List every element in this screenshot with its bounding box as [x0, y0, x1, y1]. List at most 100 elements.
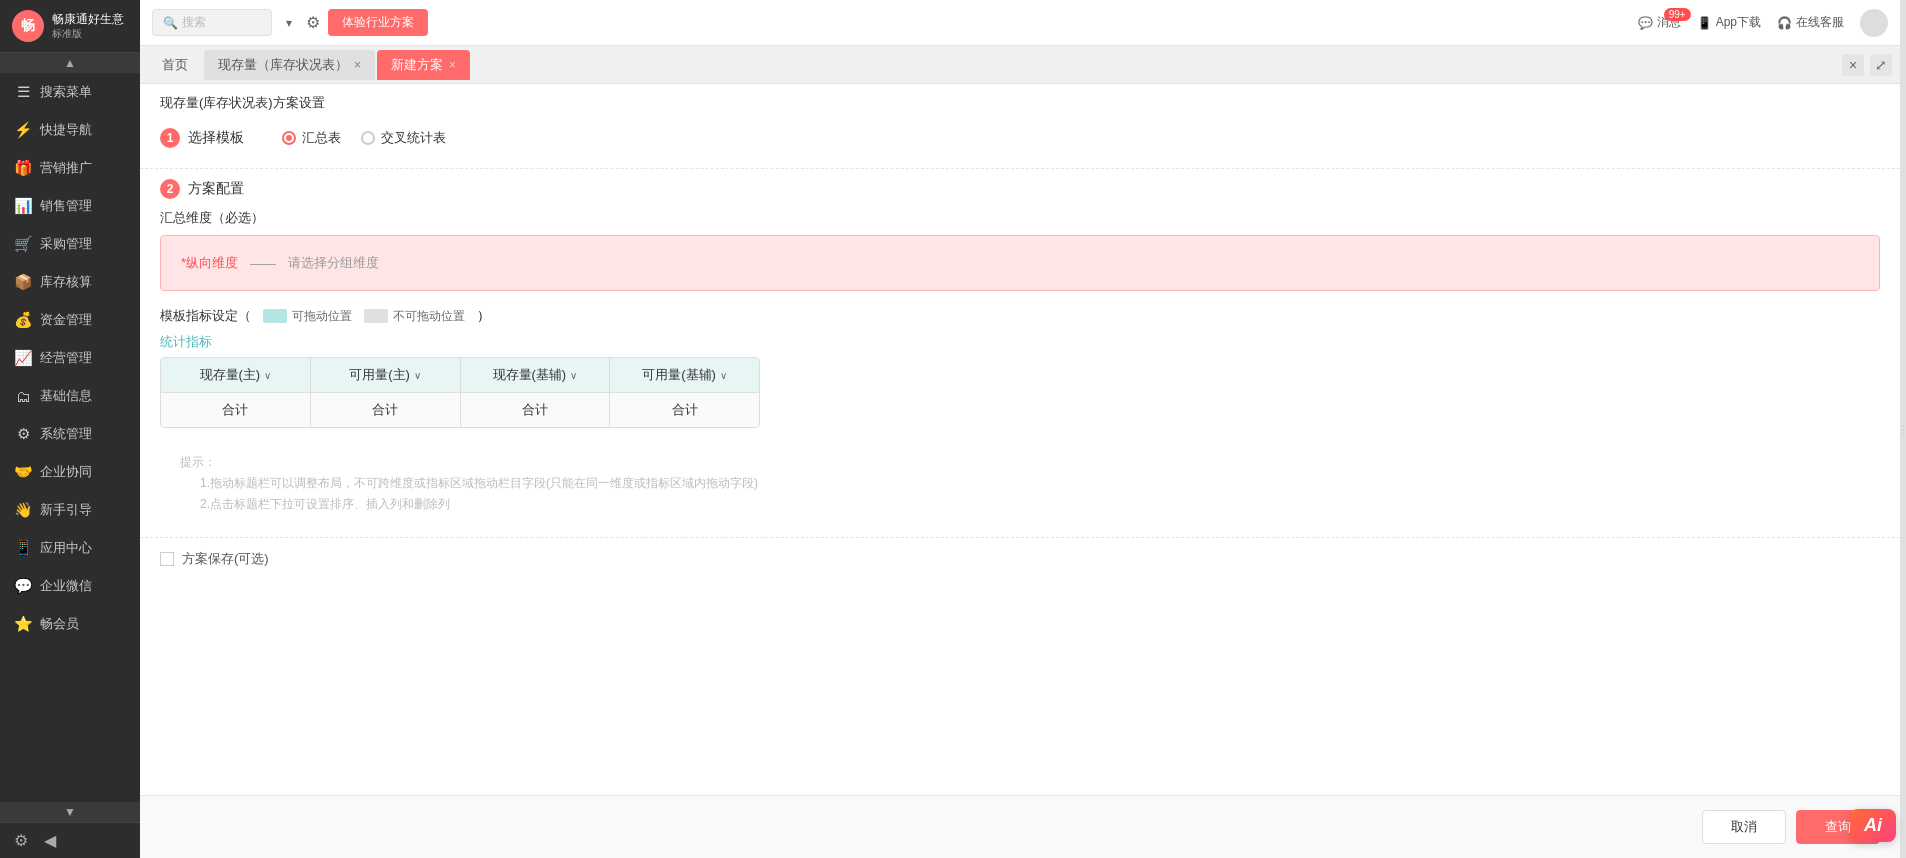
cancel-button[interactable]: 取消 [1702, 810, 1786, 844]
radio-summary-table[interactable]: 汇总表 [282, 129, 341, 147]
topbar: 🔍 搜索 ▾ ⚙ 体验行业方案 💬 消息 99+ 📱 App下载 🎧 在线客服 [140, 0, 1900, 46]
dimension-section-label: 汇总维度（必选） [160, 209, 1880, 227]
ai-badge[interactable]: Ai [1850, 809, 1896, 842]
dimension-separator: —— [250, 256, 276, 271]
stats-cell-0-2: 合计 [461, 393, 611, 427]
tips-title: 提示： [180, 454, 1860, 471]
step2-badge: 2 [160, 179, 180, 199]
operations-icon: 📈 [14, 349, 32, 367]
stats-col-0[interactable]: 现存量(主) ∨ [161, 358, 311, 392]
topbar-search-box[interactable]: 🔍 搜索 [152, 9, 272, 36]
tab-new-plan[interactable]: 新建方案 × [377, 50, 470, 80]
expand-panel-button[interactable]: ⤢ [1870, 54, 1892, 76]
step1-title: 选择模板 [188, 129, 244, 147]
draggable-legend-item: 可拖动位置 [263, 308, 352, 325]
dimension-placeholder[interactable]: 请选择分组维度 [288, 254, 379, 272]
settings-bottom-icon[interactable]: ⚙ [14, 831, 28, 850]
col-arrow-0: ∨ [264, 370, 271, 381]
metrics-header: 模板指标设定（ 可拖动位置 不可拖动位置 ） [160, 307, 1880, 325]
apps-icon: 📱 [14, 539, 32, 557]
sidebar-item-guide[interactable]: 👋 新手引导 [0, 491, 140, 529]
sidebar-item-sales[interactable]: 📊 销售管理 [0, 187, 140, 225]
trial-industry-button[interactable]: 体验行业方案 [328, 9, 428, 36]
topbar-dropdown[interactable]: ▾ [280, 14, 298, 32]
stats-col-3[interactable]: 可用量(基辅) ∨ [610, 358, 759, 392]
message-item[interactable]: 💬 消息 99+ [1638, 14, 1681, 31]
save-checkbox[interactable] [160, 552, 174, 566]
stats-table: 现存量(主) ∨ 可用量(主) ∨ 现存量(基辅) ∨ 可用量(基辅) ∨ [160, 357, 760, 428]
sidebar-item-member[interactable]: ⭐ 畅会员 [0, 605, 140, 643]
tab-inventory-close[interactable]: × [354, 58, 361, 72]
finance-icon: 💰 [14, 311, 32, 329]
tab-new-plan-close[interactable]: × [449, 58, 456, 72]
stats-cell-0-3: 合计 [610, 393, 759, 427]
dimension-box: *纵向维度 —— 请选择分组维度 [160, 235, 1880, 291]
sidebar-item-wechat[interactable]: 💬 企业微信 [0, 567, 140, 605]
stats-col-2[interactable]: 现存量(基辅) ∨ [461, 358, 611, 392]
logo-text: 畅康通好生意 标准版 [52, 12, 124, 41]
message-icon: 💬 [1638, 16, 1653, 30]
vertical-dimension-label: *纵向维度 [181, 254, 238, 272]
app-download-item[interactable]: 📱 App下载 [1697, 14, 1761, 31]
app-download-icon: 📱 [1697, 16, 1712, 30]
sidebar: 畅 畅康通好生意 标准版 ▲ ☰ 搜索菜单 ⚡ 快捷导航 🎁 营销推广 📊 销售… [0, 0, 140, 858]
draggable-legend-box [263, 309, 287, 323]
right-resize-handle[interactable]: ⋮ [1900, 0, 1906, 858]
stats-table-header: 现存量(主) ∨ 可用量(主) ∨ 现存量(基辅) ∨ 可用量(基辅) ∨ [161, 358, 759, 392]
non-draggable-legend-box [364, 309, 388, 323]
sidebar-bottom: ⚙ ◀ [0, 822, 140, 858]
sidebar-item-operations[interactable]: 📈 经营管理 [0, 339, 140, 377]
radio-dot-summary [282, 131, 296, 145]
sidebar-item-marketing[interactable]: 🎁 营销推广 [0, 149, 140, 187]
footer: 取消 查询 [140, 795, 1900, 858]
step2-title: 方案配置 [188, 180, 244, 198]
user-avatar[interactable] [1860, 9, 1888, 37]
sidebar-scroll-up[interactable]: ▲ [0, 53, 140, 73]
sidebar-item-quick-nav[interactable]: ⚡ 快捷导航 [0, 111, 140, 149]
tab-home[interactable]: 首页 [148, 50, 202, 80]
sidebar-item-purchase[interactable]: 🛒 采购管理 [0, 225, 140, 263]
inventory-icon: 📦 [14, 273, 32, 291]
step1-badge: 1 [160, 128, 180, 148]
stats-label: 统计指标 [160, 333, 1880, 351]
search-menu-icon: ☰ [14, 83, 32, 101]
metrics-label-text: 模板指标设定（ [160, 307, 251, 325]
non-draggable-legend-item: 不可拖动位置 [364, 308, 465, 325]
indicator-legend: 可拖动位置 不可拖动位置 [263, 308, 465, 325]
sidebar-item-collab[interactable]: 🤝 企业协同 [0, 453, 140, 491]
panel-controls: × ⤢ [1842, 54, 1892, 76]
col-arrow-3: ∨ [720, 370, 727, 381]
page-title: 现存量(库存状况表)方案设置 [140, 84, 1900, 118]
purchase-icon: 🛒 [14, 235, 32, 253]
quick-nav-icon: ⚡ [14, 121, 32, 139]
sidebar-nav: ☰ 搜索菜单 ⚡ 快捷导航 🎁 营销推广 📊 销售管理 🛒 采购管理 📦 库存核… [0, 73, 140, 802]
topbar-gear-icon[interactable]: ⚙ [306, 13, 320, 32]
main-area: 🔍 搜索 ▾ ⚙ 体验行业方案 💬 消息 99+ 📱 App下载 🎧 在线客服 … [140, 0, 1900, 858]
sidebar-scroll-down[interactable]: ▼ [0, 802, 140, 822]
guide-icon: 👋 [14, 501, 32, 519]
wechat-icon: 💬 [14, 577, 32, 595]
radio-dot-cross [361, 131, 375, 145]
system-icon: ⚙ [14, 425, 32, 443]
sidebar-item-apps[interactable]: 📱 应用中心 [0, 529, 140, 567]
radio-cross-table[interactable]: 交叉统计表 [361, 129, 446, 147]
sales-icon: 📊 [14, 197, 32, 215]
sidebar-item-inventory[interactable]: 📦 库存核算 [0, 263, 140, 301]
tab-inventory-status[interactable]: 现存量（库存状况表） × [204, 50, 375, 80]
basic-info-icon: 🗂 [14, 388, 32, 405]
collapse-icon[interactable]: ◀ [44, 831, 56, 850]
member-icon: ⭐ [14, 615, 32, 633]
sidebar-item-system[interactable]: ⚙ 系统管理 [0, 415, 140, 453]
step2-section: 2 方案配置 汇总维度（必选） *纵向维度 —— 请选择分组维度 模板指标设定（ [140, 169, 1900, 537]
close-panel-button[interactable]: × [1842, 54, 1864, 76]
online-service-item[interactable]: 🎧 在线客服 [1777, 14, 1844, 31]
marketing-icon: 🎁 [14, 159, 32, 177]
sidebar-item-basic-info[interactable]: 🗂 基础信息 [0, 377, 140, 415]
col-arrow-2: ∨ [570, 370, 577, 381]
sidebar-item-search[interactable]: ☰ 搜索菜单 [0, 73, 140, 111]
tips-section: 提示： 1.拖动标题栏可以调整布局，不可跨维度或指标区域拖动栏目字段(只能在同一… [160, 444, 1880, 527]
sidebar-item-finance[interactable]: 💰 资金管理 [0, 301, 140, 339]
save-label: 方案保存(可选) [182, 550, 269, 568]
col-arrow-1: ∨ [414, 370, 421, 381]
stats-col-1[interactable]: 可用量(主) ∨ [311, 358, 461, 392]
